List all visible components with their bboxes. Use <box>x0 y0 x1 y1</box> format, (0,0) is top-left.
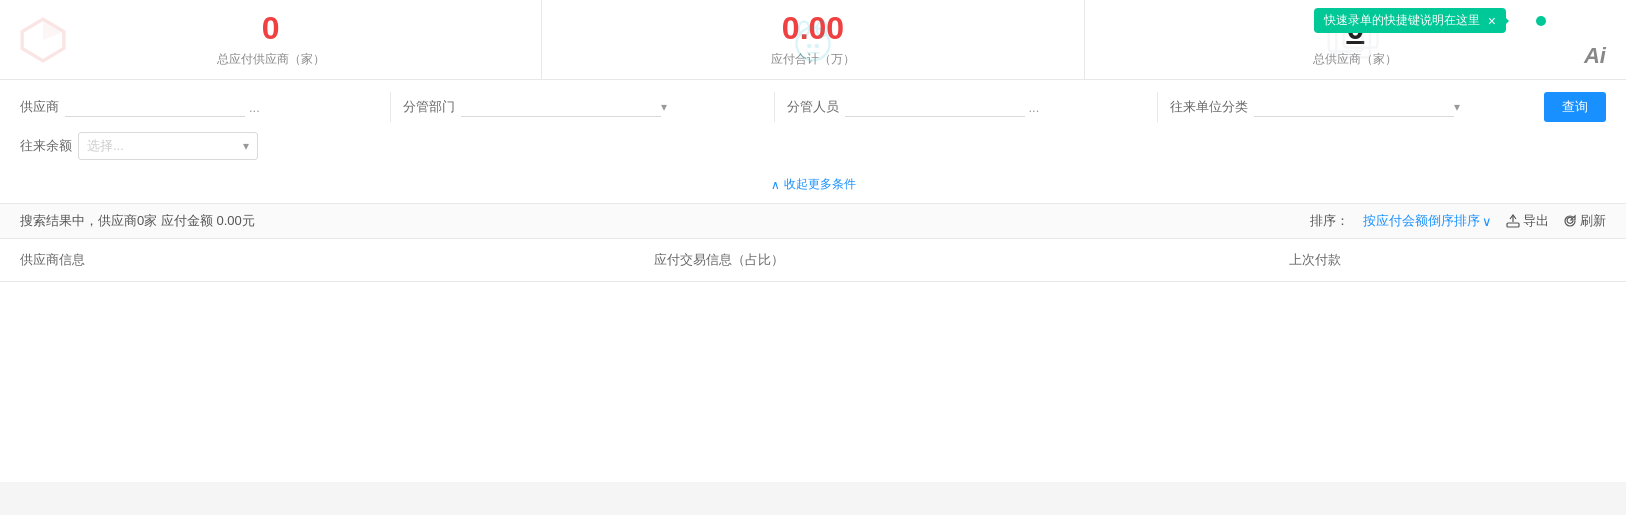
svg-rect-11 <box>1507 223 1519 227</box>
ai-label: Ai <box>1584 43 1606 69</box>
unit-class-arrow[interactable]: ▾ <box>1454 100 1460 114</box>
divider-3 <box>1157 92 1158 122</box>
svg-rect-9 <box>1337 31 1371 57</box>
table-header: 供应商信息 应付交易信息（占比） 上次付款 <box>0 239 1626 282</box>
balance-select[interactable]: 选择... ▾ <box>78 132 258 160</box>
supplier-dots-btn[interactable]: ... <box>249 100 260 115</box>
divider-1 <box>390 92 391 122</box>
sort-value-btn[interactable]: 按应付会额倒序排序 ∨ <box>1363 212 1492 230</box>
export-btn[interactable]: 导出 <box>1506 212 1549 230</box>
supplier-input[interactable] <box>65 97 245 117</box>
supplier-label: 供应商 <box>20 98 59 116</box>
result-actions: 排序： 按应付会额倒序排序 ∨ 导出 刷新 <box>1310 212 1606 230</box>
query-button[interactable]: 查询 <box>1544 92 1606 122</box>
collapse-label: 收起更多条件 <box>784 176 856 193</box>
result-info: 搜索结果中，供应商0家 应付金额 0.00元 <box>20 212 255 230</box>
top-stats-bar: 0 总应付供应商（家） 0.00 应付合计（万） 快速录单的快捷键说明在这里 × <box>0 0 1626 80</box>
refresh-btn[interactable]: 刷新 <box>1563 212 1606 230</box>
stat-total-suppliers: 快速录单的快捷键说明在这里 × 0 总供应商（家） Ai <box>1085 0 1626 79</box>
balance-placeholder: 选择... <box>87 137 124 155</box>
stat-payable-total: 0.00 应付合计（万） <box>542 0 1084 79</box>
balance-label: 往来余额 <box>20 137 72 155</box>
sort-label: 排序： <box>1310 212 1349 230</box>
department-label: 分管部门 <box>403 98 455 116</box>
manager-input[interactable] <box>845 97 1025 117</box>
svg-point-5 <box>807 43 812 48</box>
col-supplier-header: 供应商信息 <box>20 251 654 269</box>
export-icon <box>1506 214 1520 228</box>
tooltip-text: 快速录单的快捷键说明在这里 <box>1324 12 1480 29</box>
manager-label: 分管人员 <box>787 98 839 116</box>
refresh-icon <box>1563 214 1577 228</box>
stat-payable-value: 0 <box>262 11 280 46</box>
diamond-icon <box>18 15 68 65</box>
department-input[interactable] <box>461 97 661 117</box>
table-body <box>0 282 1626 482</box>
result-bar: 搜索结果中，供应商0家 应付金额 0.00元 排序： 按应付会额倒序排序 ∨ 导… <box>0 204 1626 239</box>
pig-icon <box>783 10 843 70</box>
balance-arrow: ▾ <box>243 139 249 153</box>
filter-row-2: 往来余额 选择... ▾ <box>20 132 1606 160</box>
filter-department: 分管部门 ▾ <box>403 97 761 117</box>
stat-payable-label: 总应付供应商（家） <box>217 51 325 68</box>
stat-total-payable: 0 总应付供应商（家） <box>0 0 542 79</box>
tooltip-badge[interactable]: 快速录单的快捷键说明在这里 × <box>1314 8 1506 33</box>
filter-supplier: 供应商 ... <box>20 97 378 117</box>
tooltip-dot <box>1536 16 1546 26</box>
manager-dots-btn[interactable]: ... <box>1029 100 1040 115</box>
filter-section: 供应商 ... 分管部门 ▾ 分管人员 ... 往来单位分类 ▾ 查询 <box>0 80 1626 204</box>
tooltip-close-btn[interactable]: × <box>1488 14 1496 28</box>
col-last-payment-header: 上次付款 <box>1289 251 1606 269</box>
unit-class-input[interactable] <box>1254 97 1454 117</box>
svg-point-6 <box>814 43 819 48</box>
svg-point-2 <box>796 27 829 60</box>
filter-unit-class: 往来单位分类 ▾ <box>1170 97 1528 117</box>
collapse-row: ∧ 收起更多条件 <box>20 170 1606 203</box>
collapse-btn[interactable]: ∧ 收起更多条件 <box>771 176 856 193</box>
collapse-arrow: ∧ <box>771 178 780 192</box>
col-transaction-header: 应付交易信息（占比） <box>654 251 1288 269</box>
filter-row-1: 供应商 ... 分管部门 ▾ 分管人员 ... 往来单位分类 ▾ 查询 <box>20 92 1606 122</box>
unit-class-label: 往来单位分类 <box>1170 98 1248 116</box>
department-arrow[interactable]: ▾ <box>661 100 667 114</box>
filter-manager: 分管人员 ... <box>787 97 1145 117</box>
divider-2 <box>774 92 775 122</box>
filter-balance: 往来余额 选择... ▾ <box>20 132 1606 160</box>
